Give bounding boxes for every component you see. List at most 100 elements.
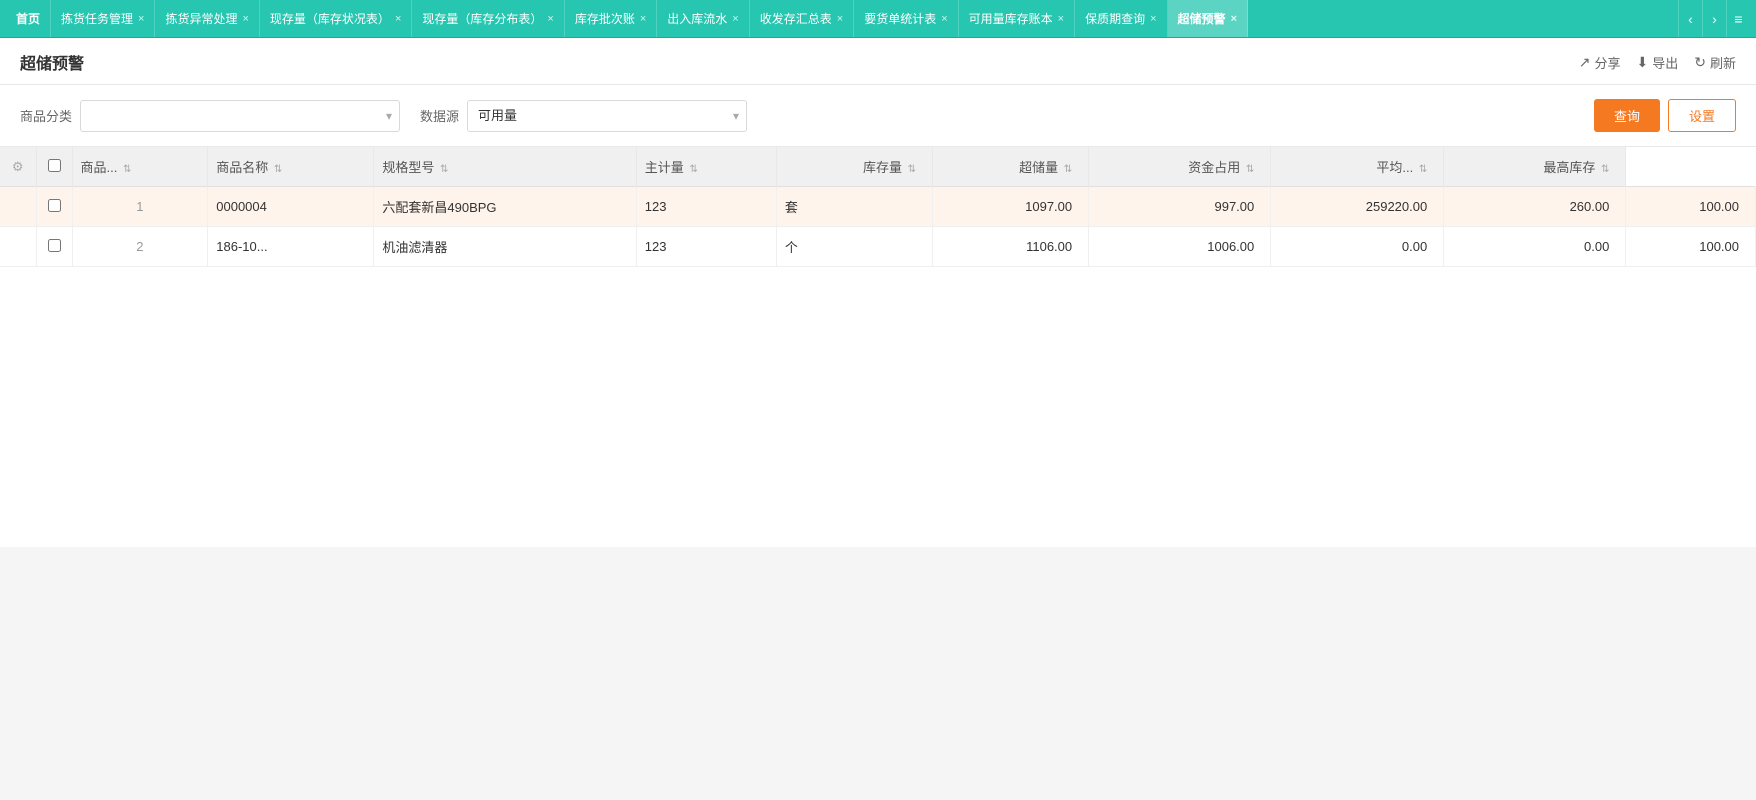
filter-datasource: 数据源 可用量 库存量 xyxy=(420,100,747,132)
page-header: 超储预警 ↗ 分享 ⬇ 导出 ↻ 刷新 xyxy=(0,38,1756,85)
export-label: 导出 xyxy=(1652,53,1678,72)
nav-tab-8[interactable]: 要货单统计表 × xyxy=(854,0,958,38)
column-settings[interactable]: ⚙ xyxy=(0,147,36,187)
column-unit-label: 主计量 xyxy=(645,160,684,175)
nav-tab-home-label: 首页 xyxy=(16,10,40,27)
export-icon: ⬇ xyxy=(1637,54,1649,71)
nav-tab-9[interactable]: 可用量库存账本 × xyxy=(959,0,1075,38)
row-checkbox[interactable] xyxy=(48,239,61,252)
column-checkbox xyxy=(36,147,72,187)
sort-avg-icon: ⇅ xyxy=(1419,164,1427,175)
nav-tab-7[interactable]: 收发存汇总表 × xyxy=(750,0,854,38)
column-avg[interactable]: 平均... ⇅ xyxy=(1271,147,1444,187)
row-max-stock: 100.00 xyxy=(1626,227,1756,267)
nav-bar: 首页 拣货任务管理 × 拣货异常处理 × 现存量（库存状况表） × 现存量（库存… xyxy=(0,0,1756,38)
query-button[interactable]: 查询 xyxy=(1594,99,1660,132)
nav-tab-8-close[interactable]: × xyxy=(941,13,947,25)
nav-tab-3[interactable]: 现存量（库存状况表） × xyxy=(260,0,412,38)
nav-tab-1-close[interactable]: × xyxy=(138,13,144,25)
nav-tab-5-label: 库存批次账 xyxy=(575,10,635,27)
nav-tab-7-label: 收发存汇总表 xyxy=(760,10,832,27)
sort-overstock-icon: ⇅ xyxy=(1064,164,1072,175)
nav-tab-10-label: 保质期查询 xyxy=(1085,10,1145,27)
column-product-code-label: 商品... xyxy=(81,160,118,175)
column-product-name-label: 商品名称 xyxy=(216,160,268,175)
nav-tab-6-label: 出入库流水 xyxy=(667,10,727,27)
share-button[interactable]: ↗ 分享 xyxy=(1579,53,1621,72)
column-unit[interactable]: 主计量 ⇅ xyxy=(636,147,776,187)
column-product-code[interactable]: 商品... ⇅ xyxy=(72,147,208,187)
nav-tab-2[interactable]: 拣货异常处理 × xyxy=(155,0,259,38)
column-overstock-label: 超储量 xyxy=(1019,160,1058,175)
row-spec: 123 xyxy=(636,227,776,267)
nav-tab-3-close[interactable]: × xyxy=(395,13,401,25)
column-stock[interactable]: 库存量 ⇅ xyxy=(776,147,932,187)
refresh-button[interactable]: ↻ 刷新 xyxy=(1694,53,1736,72)
column-spec-label: 规格型号 xyxy=(382,160,434,175)
row-stock: 1097.00 xyxy=(933,187,1089,227)
table-body: 1 0000004 六配套新昌490BPG 123 套 1097.00 997.… xyxy=(0,187,1756,267)
row-settings-cell xyxy=(0,227,36,267)
row-stock: 1106.00 xyxy=(933,227,1089,267)
nav-tab-11-close[interactable]: × xyxy=(1231,13,1237,25)
nav-tab-6[interactable]: 出入库流水 × xyxy=(657,0,749,38)
row-checkbox[interactable] xyxy=(48,199,61,212)
row-settings-cell xyxy=(0,187,36,227)
nav-tab-8-label: 要货单统计表 xyxy=(864,10,936,27)
nav-tab-2-close[interactable]: × xyxy=(242,13,248,25)
row-product-code: 0000004 xyxy=(208,187,374,227)
nav-tab-7-close[interactable]: × xyxy=(837,13,843,25)
column-overstock[interactable]: 超储量 ⇅ xyxy=(933,147,1089,187)
nav-tab-6-close[interactable]: × xyxy=(732,13,738,25)
table-row[interactable]: 1 0000004 六配套新昌490BPG 123 套 1097.00 997.… xyxy=(0,187,1756,227)
datasource-select[interactable]: 可用量 库存量 xyxy=(467,100,747,132)
nav-tab-2-label: 拣货异常处理 xyxy=(165,10,237,27)
row-capital: 259220.00 xyxy=(1271,187,1444,227)
nav-tab-10-close[interactable]: × xyxy=(1150,13,1156,25)
table-row[interactable]: 2 186-10... 机油滤清器 123 个 1106.00 1006.00 … xyxy=(0,227,1756,267)
nav-tab-1[interactable]: 拣货任务管理 × xyxy=(51,0,155,38)
nav-tab-4-label: 现存量（库存分布表） xyxy=(422,10,542,27)
sort-max-stock-icon: ⇅ xyxy=(1601,164,1609,175)
column-max-stock[interactable]: 最高库存 ⇅ xyxy=(1444,147,1626,187)
select-all-checkbox[interactable] xyxy=(48,159,61,172)
nav-tab-3-label: 现存量（库存状况表） xyxy=(270,10,390,27)
column-max-stock-label: 最高库存 xyxy=(1543,160,1595,175)
nav-arrow-right[interactable]: › xyxy=(1702,0,1726,38)
row-capital: 0.00 xyxy=(1271,227,1444,267)
column-capital-label: 资金占用 xyxy=(1188,160,1240,175)
nav-arrow-menu[interactable]: ≡ xyxy=(1726,0,1750,38)
product-category-select-wrap xyxy=(80,100,400,132)
table-area: ⚙ 商品... ⇅ 商品名称 ⇅ 规格型号 ⇅ 主计量 xyxy=(0,147,1756,547)
nav-tab-9-close[interactable]: × xyxy=(1058,13,1064,25)
refresh-label: 刷新 xyxy=(1710,53,1736,72)
nav-arrow-left[interactable]: ‹ xyxy=(1678,0,1702,38)
sort-stock-icon: ⇅ xyxy=(908,164,916,175)
nav-tab-10[interactable]: 保质期查询 × xyxy=(1075,0,1167,38)
sort-product-code-icon: ⇅ xyxy=(123,164,131,175)
row-avg: 260.00 xyxy=(1444,187,1626,227)
settings-button[interactable]: 设置 xyxy=(1668,99,1736,132)
nav-tab-4-close[interactable]: × xyxy=(547,13,553,25)
column-product-name[interactable]: 商品名称 ⇅ xyxy=(208,147,374,187)
product-category-select[interactable] xyxy=(80,100,400,132)
product-category-label: 商品分类 xyxy=(20,106,72,125)
share-label: 分享 xyxy=(1594,53,1620,72)
column-spec[interactable]: 规格型号 ⇅ xyxy=(374,147,636,187)
column-capital[interactable]: 资金占用 ⇅ xyxy=(1089,147,1271,187)
nav-tab-11[interactable]: 超储预警 × xyxy=(1168,0,1248,38)
datasource-label: 数据源 xyxy=(420,106,459,125)
sort-product-name-icon: ⇅ xyxy=(274,164,282,175)
row-product-code: 186-10... xyxy=(208,227,374,267)
nav-arrows: ‹ › ≡ xyxy=(1678,0,1750,38)
row-checkbox-cell[interactable] xyxy=(36,227,72,267)
header-actions: ↗ 分享 ⬇ 导出 ↻ 刷新 xyxy=(1579,53,1736,72)
nav-tab-home[interactable]: 首页 xyxy=(6,0,51,38)
nav-tab-5[interactable]: 库存批次账 × xyxy=(565,0,657,38)
table-header-row: ⚙ 商品... ⇅ 商品名称 ⇅ 规格型号 ⇅ 主计量 xyxy=(0,147,1756,187)
nav-tab-4[interactable]: 现存量（库存分布表） × xyxy=(412,0,564,38)
row-checkbox-cell[interactable] xyxy=(36,187,72,227)
nav-tab-5-close[interactable]: × xyxy=(640,13,646,25)
export-button[interactable]: ⬇ 导出 xyxy=(1637,53,1679,72)
row-overstock: 997.00 xyxy=(1089,187,1271,227)
